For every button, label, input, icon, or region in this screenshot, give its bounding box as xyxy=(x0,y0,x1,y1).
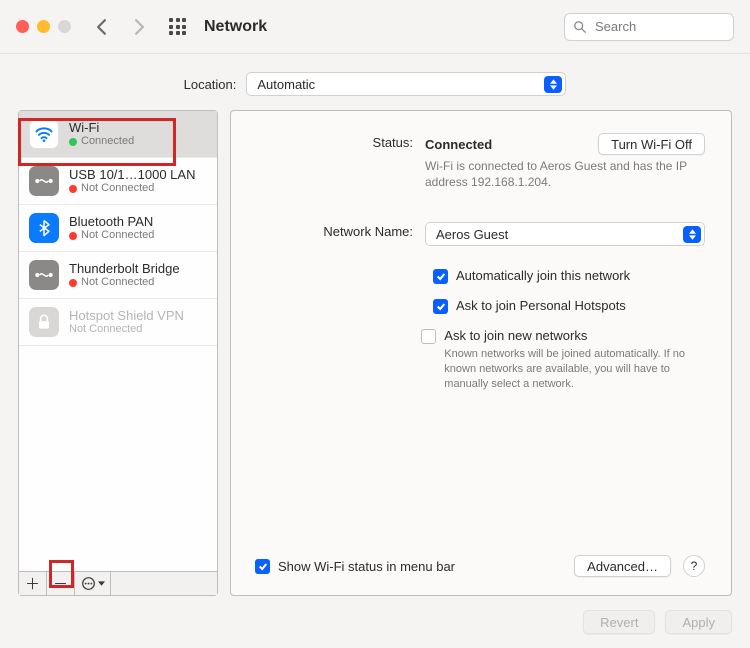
network-name-value: Aeros Guest xyxy=(436,227,508,242)
status-label: Status: xyxy=(255,133,413,150)
apply-button[interactable]: Apply xyxy=(665,610,732,634)
personal-hotspot-checkbox[interactable] xyxy=(433,299,448,314)
window-title: Network xyxy=(204,18,267,36)
ask-new-networks-subtext: Known networks will be joined automatica… xyxy=(444,347,705,392)
thunderbolt-icon xyxy=(29,260,59,290)
status-dot-icon xyxy=(69,232,77,240)
sidebar-item-label: Bluetooth PAN xyxy=(69,214,154,229)
back-button[interactable] xyxy=(87,18,115,36)
wifi-toggle-button[interactable]: Turn Wi-Fi Off xyxy=(598,133,705,155)
all-preferences-button[interactable] xyxy=(169,18,186,35)
search-input[interactable] xyxy=(593,18,725,35)
network-name-label: Network Name: xyxy=(255,222,413,239)
close-window-button[interactable] xyxy=(16,20,29,33)
window-titlebar: Network xyxy=(0,0,750,54)
auto-join-label: Automatically join this network xyxy=(456,268,630,283)
status-subtext: Wi-Fi is connected to Aeros Guest and ha… xyxy=(425,159,705,190)
bottom-button-row: Revert Apply xyxy=(0,610,750,648)
status-dot-icon xyxy=(69,279,77,287)
help-button[interactable]: ? xyxy=(683,555,705,577)
wifi-icon xyxy=(29,119,59,149)
chevron-left-icon xyxy=(95,18,108,36)
location-label: Location: xyxy=(184,77,237,92)
sidebar-item-vpn[interactable]: Hotspot Shield VPN Not Connected xyxy=(19,299,217,346)
ask-new-networks-checkbox[interactable] xyxy=(421,329,436,344)
ethernet-icon xyxy=(29,166,59,196)
sidebar-item-label: Thunderbolt Bridge xyxy=(69,261,180,276)
forward-button[interactable] xyxy=(125,18,153,36)
location-value: Automatic xyxy=(257,77,315,92)
traffic-lights xyxy=(16,20,71,33)
bluetooth-icon xyxy=(29,213,59,243)
sidebar-footer: ＋ － xyxy=(19,571,217,595)
sidebar-item-label: Wi-Fi xyxy=(69,120,134,135)
sidebar-item-label: USB 10/1…1000 LAN xyxy=(69,167,195,182)
auto-join-checkbox[interactable] xyxy=(433,269,448,284)
status-value: Connected xyxy=(425,137,492,152)
sidebar-item-usb-lan[interactable]: USB 10/1…1000 LAN Not Connected xyxy=(19,158,217,205)
location-select[interactable]: Automatic xyxy=(246,72,566,96)
show-status-menubar-label: Show Wi-Fi status in menu bar xyxy=(278,559,455,574)
chevron-right-icon xyxy=(133,18,146,36)
show-status-menubar-checkbox[interactable] xyxy=(255,559,270,574)
network-name-select[interactable]: Aeros Guest xyxy=(425,222,705,246)
ellipsis-circle-icon xyxy=(81,576,96,591)
ask-new-networks-label: Ask to join new networks xyxy=(444,328,587,343)
status-dot-icon xyxy=(69,138,77,146)
status-dot-icon xyxy=(69,185,77,193)
sidebar-item-label: Hotspot Shield VPN xyxy=(69,308,184,323)
add-service-button[interactable]: ＋ xyxy=(19,572,47,595)
location-row: Location: Automatic xyxy=(0,54,750,110)
revert-button[interactable]: Revert xyxy=(583,610,655,634)
search-field[interactable] xyxy=(564,13,734,41)
sidebar-item-wifi[interactable]: Wi-Fi Connected xyxy=(19,111,217,158)
service-actions-button[interactable] xyxy=(75,572,111,595)
services-sidebar: Wi-Fi Connected USB 10/1…1000 LAN Not Co… xyxy=(18,110,218,596)
chevron-updown-icon xyxy=(544,76,562,93)
search-icon xyxy=(573,20,587,34)
sidebar-item-thunderbolt[interactable]: Thunderbolt Bridge Not Connected xyxy=(19,252,217,299)
services-list: Wi-Fi Connected USB 10/1…1000 LAN Not Co… xyxy=(19,111,217,571)
remove-service-button[interactable]: － xyxy=(47,572,75,595)
minimize-window-button[interactable] xyxy=(37,20,50,33)
chevron-updown-icon xyxy=(683,226,701,243)
advanced-button[interactable]: Advanced… xyxy=(574,555,671,577)
chevron-down-icon xyxy=(98,581,105,586)
personal-hotspot-label: Ask to join Personal Hotspots xyxy=(456,298,626,313)
zoom-window-button[interactable] xyxy=(58,20,71,33)
lock-icon xyxy=(29,307,59,337)
detail-panel: Status: Connected Turn Wi-Fi Off Wi-Fi i… xyxy=(230,110,732,596)
sidebar-item-bluetooth[interactable]: Bluetooth PAN Not Connected xyxy=(19,205,217,252)
